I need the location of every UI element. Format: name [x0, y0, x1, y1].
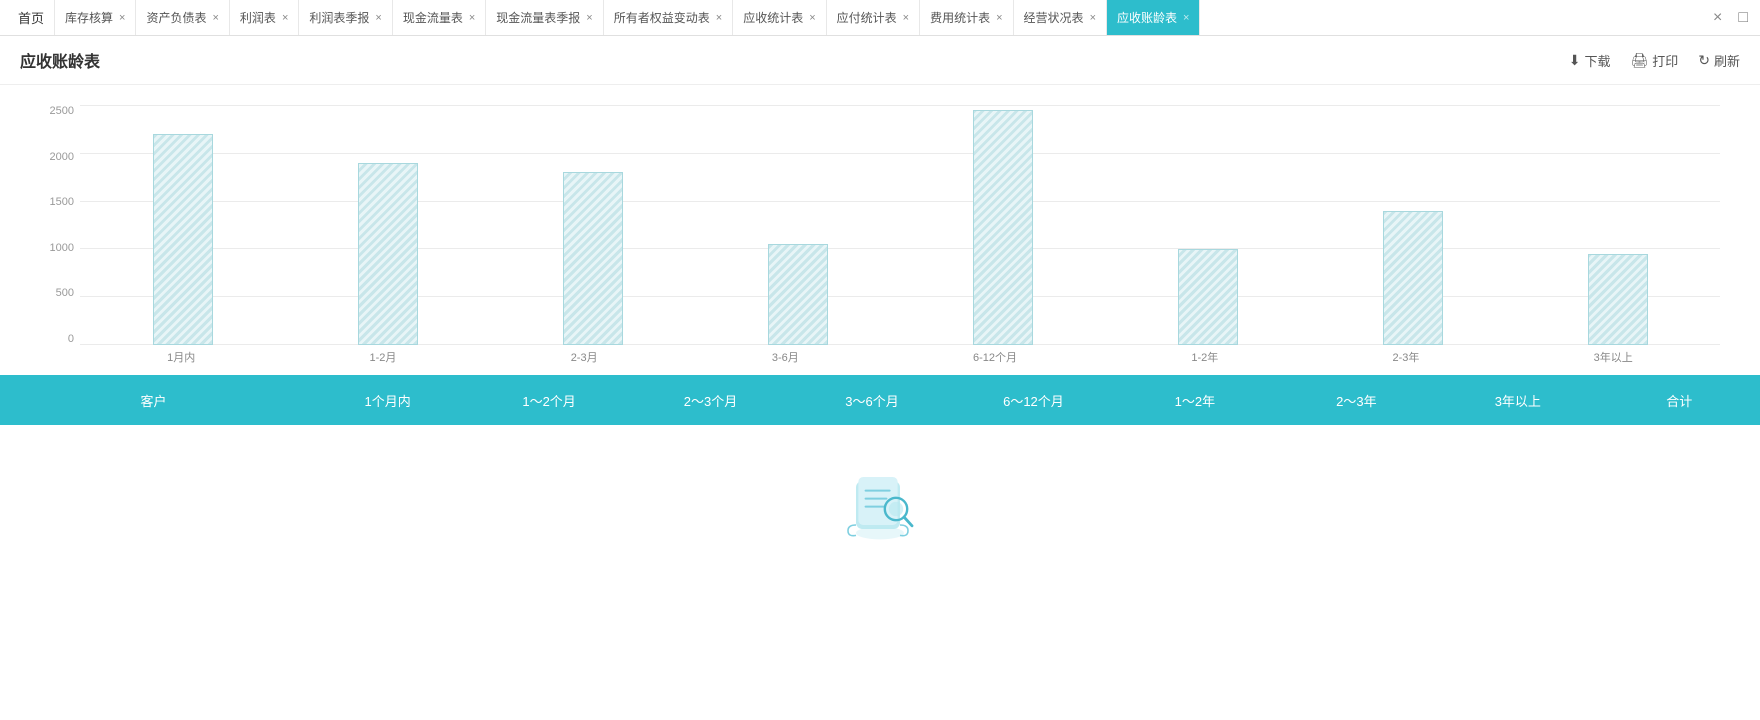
y-axis: 0 500 1000 1500 2000 2500 — [40, 105, 80, 345]
y-label: 2000 — [40, 151, 74, 163]
tab-cash-flow[interactable]: 现金流量表× — [393, 0, 486, 36]
bar-1-2年 — [1178, 249, 1238, 345]
y-label: 1500 — [40, 196, 74, 208]
bar-group — [1588, 254, 1648, 345]
bar-2-3月 — [563, 172, 623, 345]
tab-inventory[interactable]: 库存核算× — [55, 0, 136, 36]
tab-close-inventory[interactable]: × — [119, 12, 125, 24]
print-button[interactable]: 🖨 打印 — [1630, 51, 1678, 70]
tab-close-operation-status[interactable]: × — [1090, 12, 1096, 24]
bar-group — [768, 244, 828, 345]
x-label: 1月内 — [167, 349, 195, 365]
tab-profit-loss[interactable]: 利润表× — [230, 0, 299, 36]
tab-receivable-stat[interactable]: 应收统计表× — [733, 0, 826, 36]
chart-area: 0 500 1000 1500 2000 2500 1月内 1-2月 2-3月 3-6月 6-12… — [0, 85, 1760, 375]
x-label: 2-3年 — [1393, 349, 1420, 365]
x-label: 2-3月 — [571, 349, 598, 365]
tab-home[interactable]: 首页 — [8, 0, 55, 36]
th-1-2y: 1～2年 — [1114, 391, 1275, 410]
th-customer: 客户 — [0, 391, 307, 410]
tab-payable-stat[interactable]: 应付统计表× — [827, 0, 920, 36]
tab-bar: 首页库存核算×资产负债表×利润表×利润表季报×现金流量表×现金流量表季报×所有者… — [0, 0, 1760, 36]
tab-close-receivable-stat[interactable]: × — [809, 12, 815, 24]
bar-1月内 — [153, 134, 213, 345]
tab-close-expense-stat[interactable]: × — [996, 12, 1002, 24]
th-3-6m: 3～6个月 — [791, 391, 952, 410]
table-header: 客户1个月内1～2个月2～3个月3～6个月6～12个月1～2年2～3年3年以上合… — [0, 375, 1760, 425]
tab-close-profit-loss[interactable]: × — [282, 12, 288, 24]
download-button[interactable]: ⬇ 下载 — [1569, 51, 1611, 70]
bars-container — [80, 105, 1720, 345]
th-over-3y: 3年以上 — [1437, 391, 1598, 410]
tab-profit-quarterly[interactable]: 利润表季报× — [299, 0, 392, 36]
tab-bar-actions: × □ — [1709, 5, 1752, 31]
download-icon: ⬇ — [1569, 52, 1581, 69]
page-header: 应收账龄表 ⬇ 下载 🖨 打印 ↻ 刷新 — [0, 36, 1760, 85]
bar-2-3年 — [1383, 211, 1443, 345]
th-total: 合计 — [1599, 391, 1760, 410]
tab-close-cash-flow[interactable]: × — [469, 12, 475, 24]
bar-group — [1383, 211, 1443, 345]
tab-close-balance-sheet[interactable]: × — [212, 12, 218, 24]
bar-1-2月 — [358, 163, 418, 345]
empty-state — [0, 425, 1760, 585]
bar-group — [973, 110, 1033, 345]
tab-receivable-aging[interactable]: 应收账龄表× — [1107, 0, 1200, 36]
bar-3年以上 — [1588, 254, 1648, 345]
th-2-3m: 2～3个月 — [630, 391, 791, 410]
x-label: 6-12个月 — [973, 349, 1017, 365]
header-actions: ⬇ 下载 🖨 打印 ↻ 刷新 — [1569, 51, 1740, 70]
bar-6-12个月 — [973, 110, 1033, 345]
tab-close-profit-quarterly[interactable]: × — [375, 12, 381, 24]
tab-close-payable-stat[interactable]: × — [903, 12, 909, 24]
page-title: 应收账龄表 — [20, 48, 100, 72]
chart-body: 1月内 1-2月 2-3月 3-6月 6-12个月 1-2年 2-3年 3年以上 — [80, 105, 1720, 365]
bar-group — [153, 134, 213, 345]
tab-expense-stat[interactable]: 费用统计表× — [920, 0, 1013, 36]
x-label: 3-6月 — [772, 349, 799, 365]
window-maximize-button[interactable]: □ — [1734, 5, 1752, 31]
x-label: 3年以上 — [1594, 349, 1633, 365]
bar-group — [563, 172, 623, 345]
bar-group — [358, 163, 418, 345]
tab-operation-status[interactable]: 经营状况表× — [1014, 0, 1107, 36]
refresh-button[interactable]: ↻ 刷新 — [1698, 51, 1740, 70]
th-2-3y: 2～3年 — [1276, 391, 1437, 410]
x-label: 1-2年 — [1191, 349, 1218, 365]
y-label: 2500 — [40, 105, 74, 117]
tab-cash-flow-quarterly[interactable]: 现金流量表季报× — [486, 0, 603, 36]
tab-equity-change[interactable]: 所有者权益变动表× — [604, 0, 733, 36]
y-label: 1000 — [40, 242, 74, 254]
tab-close-cash-flow-quarterly[interactable]: × — [586, 12, 592, 24]
empty-state-icon — [830, 465, 930, 545]
th-within-1m: 1个月内 — [307, 391, 468, 410]
window-close-button[interactable]: × — [1709, 5, 1726, 31]
refresh-icon: ↻ — [1698, 52, 1710, 69]
bar-group — [1178, 249, 1238, 345]
tab-balance-sheet[interactable]: 资产负债表× — [136, 0, 229, 36]
x-axis: 1月内 1-2月 2-3月 3-6月 6-12个月 1-2年 2-3年 3年以上 — [80, 349, 1720, 365]
tab-close-equity-change[interactable]: × — [716, 12, 722, 24]
page-content: 应收账龄表 ⬇ 下载 🖨 打印 ↻ 刷新 0 — [0, 36, 1760, 720]
print-icon: 🖨 — [1630, 52, 1648, 69]
tab-close-receivable-aging[interactable]: × — [1183, 12, 1189, 24]
x-label: 1-2月 — [370, 349, 397, 365]
y-label: 0 — [40, 333, 74, 345]
th-6-12m: 6～12个月 — [953, 391, 1114, 410]
y-label: 500 — [40, 287, 74, 299]
bar-3-6月 — [768, 244, 828, 345]
th-1-2m: 1～2个月 — [468, 391, 629, 410]
